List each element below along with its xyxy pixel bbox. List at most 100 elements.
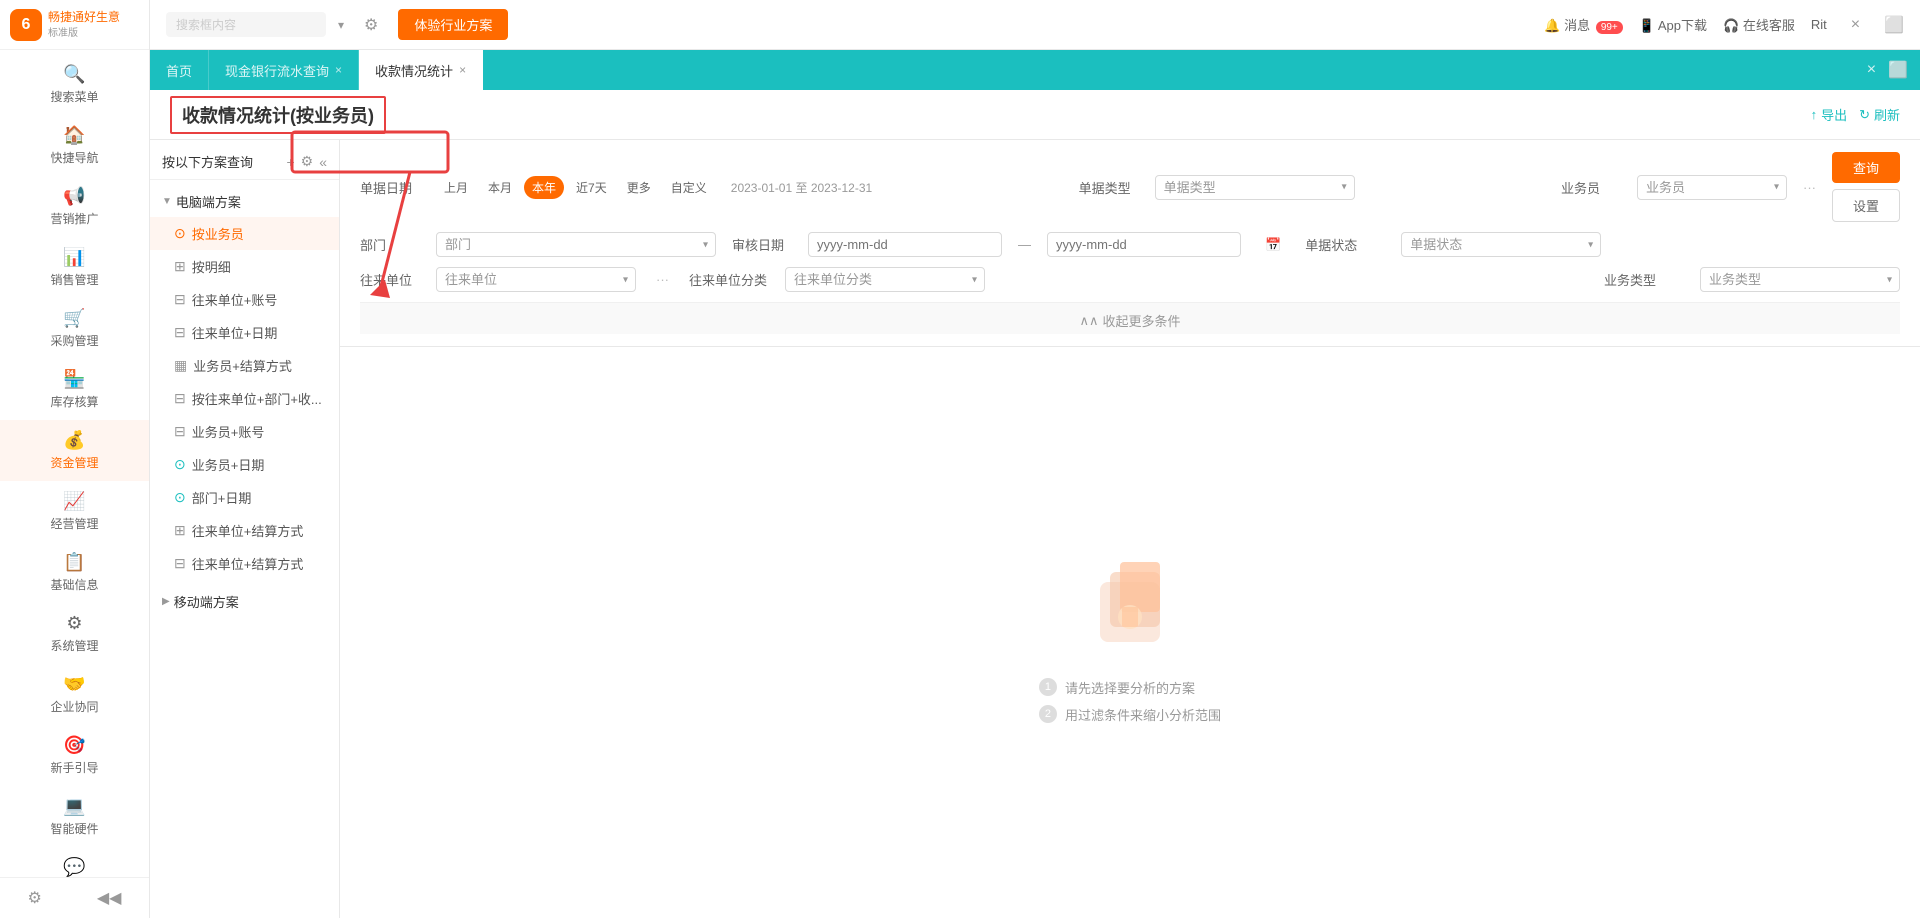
tab-home[interactable]: 首页 [150,50,209,90]
user-name[interactable]: Rit [1811,17,1827,32]
tab-receipt-stats[interactable]: 收款情况统计 × [359,50,483,90]
type-select[interactable]: 单据类型 [1155,175,1355,200]
tab-receipt-close[interactable]: × [459,63,466,77]
tab-window-close-icon[interactable]: × [1867,61,1876,79]
tree-item-partner-dept[interactable]: ⊟ 按往来单位+部门+收... [150,382,339,415]
partner-select-wrapper: 往来单位 [436,267,636,292]
tab-bank-statement[interactable]: 现金银行流水查询 × [209,50,359,90]
sidebar-item-inventory[interactable]: 🏪 库存核算 [0,359,149,420]
sidebar-item-label: 采购管理 [50,332,98,349]
partner-more-dots[interactable]: ··· [656,272,669,287]
sidebar-item-finance[interactable]: 💰 资金管理 [0,420,149,481]
date-cur-month[interactable]: 本月 [480,176,520,199]
marketing-icon: 📢 [63,186,85,207]
notification-area[interactable]: 🔔 消息 99+ [1544,15,1622,34]
date-7days[interactable]: 近7天 [568,176,615,199]
partner-select[interactable]: 往来单位 [436,267,636,292]
tree-item-detail[interactable]: ⊞ 按明细 [150,250,339,283]
date-prev-month[interactable]: 上月 [436,176,476,199]
review-date-from-input[interactable] [808,232,1002,257]
sidebar-item-operations[interactable]: 📈 经营管理 [0,481,149,542]
settings-bottom-icon[interactable]: ⚙ [28,888,42,908]
sidebar-item-purchase[interactable]: 🛒 采购管理 [0,298,149,359]
tree-desktop-header[interactable]: ▼ 电脑端方案 [150,186,339,217]
partner-type-select-wrapper: 往来单位分类 [785,267,985,292]
finance-icon: 💰 [63,430,85,451]
collapse-more-btn[interactable]: ∧∧ 收起更多条件 [360,302,1900,334]
sidebar-item-collab[interactable]: 🤝 企业协同 [0,664,149,725]
online-service-label: 在线客服 [1743,18,1795,33]
app-download-icon: 📱 [1639,18,1655,33]
calendar-icon-from[interactable]: 📅 [1265,237,1281,253]
sidebar-item-system[interactable]: ⚙ 系统管理 [0,603,149,664]
tree-item-dept-date[interactable]: ⊙ 部门+日期 [150,481,339,514]
tree-mobile-header[interactable]: ▶ 移动端方案 [150,586,339,617]
window-maximize-icon[interactable]: ⬜ [1884,15,1904,35]
export-button[interactable]: ↑ 导出 [1811,105,1848,124]
review-date-to-input[interactable] [1047,232,1241,257]
app-download-area[interactable]: 📱 App下载 [1639,15,1707,34]
date-cur-year[interactable]: 本年 [524,176,564,199]
sidebar-item-label: 经营管理 [50,515,98,532]
topbar-gear-icon[interactable]: ⚙ [364,15,378,35]
tree-item-salesperson-settle[interactable]: ▦ 业务员+结算方式 [150,349,339,382]
collapse-sidebar-icon[interactable]: ◀◀ [97,888,122,908]
trial-button[interactable]: 体验行业方案 [398,9,508,40]
sidebar-item-label: 智能硬件 [50,820,98,837]
sidebar-item-guide[interactable]: 🎯 新手引导 [0,725,149,786]
sidebar: 6 畅捷通好生意 标准版 🔍 搜索菜单 🏠 快捷导航 📢 营销推广 📊 [0,0,150,918]
sidebar-item-sales[interactable]: 📊 销售管理 [0,237,149,298]
biz-type-select[interactable]: 业务类型 [1700,267,1900,292]
tree-item-partner-account[interactable]: ⊟ 往来单位+账号 [150,283,339,316]
settings-button[interactable]: 设置 [1832,189,1900,222]
system-icon: ⚙ [66,613,82,634]
left-panel-collapse-icon[interactable]: « [319,154,327,170]
tree-item-salesperson[interactable]: ⊙ 按业务员 [150,217,339,250]
salesperson-more-icon[interactable]: ··· [1803,180,1816,195]
tab-window-maximize-icon[interactable]: ⬜ [1888,60,1908,80]
tree-item-partner-settle2[interactable]: ⊟ 往来单位+结算方式 [150,547,339,580]
sidebar-item-basic[interactable]: 📋 基础信息 [0,542,149,603]
tree-item-partner-settle1[interactable]: ⊞ 往来单位+结算方式 [150,514,339,547]
tree-item-salesperson-date[interactable]: ⊙ 业务员+日期 [150,448,339,481]
page-header-actions: ↑ 导出 ↻ 刷新 [1811,105,1900,124]
filter-row-date: 单据日期 上月 本月 本年 近7天 更多 自定义 2023-01-01 至 20… [360,152,1900,222]
review-date-label: 审核日期 [732,235,792,254]
tree-item-partner-date[interactable]: ⊟ 往来单位+日期 [150,316,339,349]
sidebar-nav: 🔍 搜索菜单 🏠 快捷导航 📢 营销推广 📊 销售管理 🛒 采购管理 🏪 [0,50,149,877]
date-more[interactable]: 更多 [619,176,659,199]
tree-item-salesperson-account[interactable]: ⊟ 业务员+账号 [150,415,339,448]
left-panel-settings-icon[interactable]: ⚙ [301,153,314,170]
date-shortcuts: 上月 本月 本年 近7天 更多 自定义 [436,176,715,199]
online-service-area[interactable]: 🎧 在线客服 [1723,15,1795,34]
refresh-button[interactable]: ↻ 刷新 [1859,105,1900,124]
tree-item-label: 按明细 [192,257,231,276]
partner-type-select[interactable]: 往来单位分类 [785,267,985,292]
topbar-dropdown-icon[interactable]: ▾ [338,18,344,32]
tab-bank-close[interactable]: × [335,63,342,77]
sidebar-item-hardware[interactable]: 💻 智能硬件 [0,786,149,847]
sidebar-item-label: 快捷导航 [50,149,98,166]
doc-status-select-wrapper: 单据状态 [1401,232,1601,257]
date-custom[interactable]: 自定义 [663,176,715,199]
sidebar-item-search[interactable]: 🔍 搜索菜单 [0,54,149,115]
logo-badge: 标准版 [48,24,120,39]
salesperson-select[interactable]: 业务员 [1637,175,1787,200]
sidebar-item-marketing[interactable]: 📢 营销推广 [0,176,149,237]
tree-item-icon-pdept: ⊟ [174,390,186,407]
sidebar-item-label: 企业协同 [50,698,98,715]
sidebar-item-weixin[interactable]: 💬 企业微信 [0,847,149,877]
search-icon: 🔍 [63,64,85,85]
topbar: 搜索框内容 ▾ ⚙ 体验行业方案 🔔 消息 99+ 📱 App下载 🎧 在线客服 [150,0,1920,50]
sidebar-item-quicknav[interactable]: 🏠 快捷导航 [0,115,149,176]
guide-icon: 🎯 [63,735,85,756]
dept-select-wrapper: 部门 [436,232,716,257]
tree-mobile-label: 移动端方案 [174,592,239,611]
query-button[interactable]: 查询 [1832,152,1900,183]
window-close-icon[interactable]: × [1851,16,1860,34]
dept-select[interactable]: 部门 [436,232,716,257]
empty-step-2: 2 用过滤条件来缩小分析范围 [1039,705,1221,724]
left-panel-add-icon[interactable]: + [286,154,294,170]
salesperson-select-wrapper: 业务员 [1637,175,1787,200]
doc-status-select[interactable]: 单据状态 [1401,232,1601,257]
